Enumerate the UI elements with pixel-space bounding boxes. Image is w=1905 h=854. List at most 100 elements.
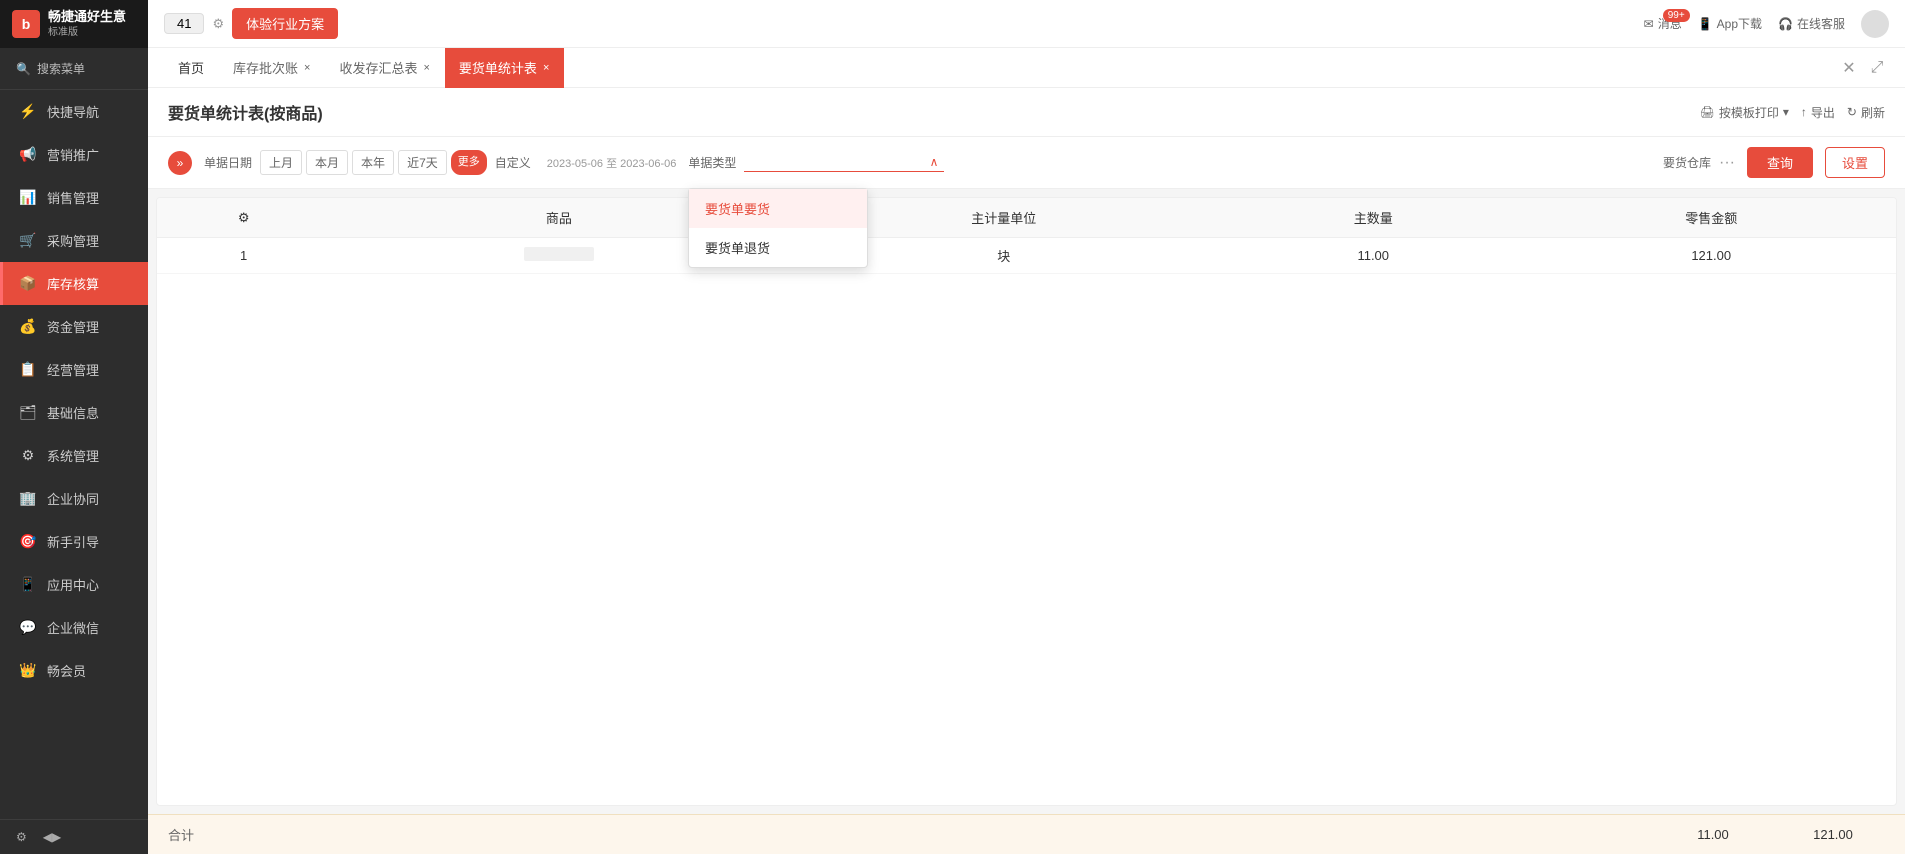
breadcrumb-number: 41	[164, 13, 204, 34]
enterprise-icon: 🏢	[19, 490, 37, 507]
filter-settings-button[interactable]: 设置	[1825, 147, 1885, 178]
tab-inventory-batch-close[interactable]: ×	[304, 62, 310, 74]
data-table-container: ⚙ 商品 主计量单位 主数量 零售金额 1 块 11.00	[156, 197, 1897, 806]
sidebar-item-apps[interactable]: 📱 应用中心	[0, 563, 148, 606]
tab-order-stats-label: 要货单统计表	[459, 58, 537, 77]
this-month-button[interactable]: 本月	[306, 150, 348, 175]
service-icon: 🎧	[1778, 17, 1793, 31]
type-filter-group: 单据类型 ∧	[688, 153, 1651, 172]
app-download-button[interactable]: 📱 App下载	[1698, 15, 1762, 32]
search-menu-button[interactable]: 🔍 搜索菜单	[10, 56, 138, 81]
purchase-label: 采购管理	[47, 231, 99, 250]
table-footer: 合计 11.00 121.00	[148, 814, 1905, 854]
topbar-right: ✉ 消息 99+ 📱 App下载 🎧 在线客服	[1644, 10, 1889, 38]
settings-icon: ⚙	[238, 210, 250, 225]
export-icon: ↑	[1801, 105, 1807, 119]
topbar: 41 ⚙ 体验行业方案 ✉ 消息 99+ 📱 App下载 🎧 在线客服	[148, 0, 1905, 48]
tab-shipment-summary-close[interactable]: ×	[423, 62, 429, 74]
type-select-dropdown[interactable]: ∧	[744, 153, 944, 172]
dropdown-item-order-goods[interactable]: 要货单要货	[689, 189, 867, 228]
filter-expand-button[interactable]: »	[168, 151, 192, 175]
system-label: 系统管理	[47, 446, 99, 465]
user-avatar[interactable]	[1861, 10, 1889, 38]
sidebar-item-enterprise[interactable]: 🏢 企业协同	[0, 477, 148, 520]
tab-order-stats[interactable]: 要货单统计表 ×	[445, 48, 564, 88]
sidebar-item-basic[interactable]: 🗂 基础信息	[0, 391, 148, 434]
sidebar-footer: ⚙ ◀▶	[0, 819, 148, 854]
row-amount: 121.00	[1526, 238, 1896, 274]
quicknav-label: 快捷导航	[47, 102, 99, 121]
tab-inventory-batch[interactable]: 库存批次账 ×	[219, 48, 325, 88]
quicknav-icon: ⚡	[19, 103, 37, 120]
sidebar-item-purchase[interactable]: 🛒 采购管理	[0, 219, 148, 262]
sales-label: 销售管理	[47, 188, 99, 207]
basic-label: 基础信息	[47, 403, 99, 422]
sidebar-item-finance[interactable]: 💰 资金管理	[0, 305, 148, 348]
tab-home[interactable]: 首页	[164, 48, 219, 88]
tab-shipment-summary[interactable]: 收发存汇总表 ×	[325, 48, 444, 88]
footer-amount: 121.00	[1773, 827, 1893, 842]
this-year-button[interactable]: 本年	[352, 150, 394, 175]
more-dates-badge[interactable]: 更多	[451, 150, 487, 175]
message-icon: ✉	[1644, 17, 1654, 31]
messages-button[interactable]: ✉ 消息 99+	[1644, 15, 1682, 32]
print-button[interactable]: 🖨 按模板打印 ▾	[1700, 104, 1789, 121]
operations-label: 经营管理	[47, 360, 99, 379]
col-quantity: 主数量	[1220, 198, 1526, 238]
purchase-icon: 🛒	[19, 232, 37, 249]
refresh-button[interactable]: ↻ 刷新	[1847, 104, 1885, 121]
tab-order-stats-close[interactable]: ×	[543, 62, 549, 74]
sidebar-item-sales[interactable]: 📊 销售管理	[0, 176, 148, 219]
phone-icon: 📱	[1698, 17, 1713, 31]
operations-icon: 📋	[19, 361, 37, 378]
logo-main: 畅捷通好生意	[48, 9, 126, 26]
date-label: 单据日期	[204, 154, 252, 171]
export-button[interactable]: ↑ 导出	[1801, 104, 1835, 121]
print-dropdown-icon: ▾	[1783, 105, 1789, 119]
online-service-button[interactable]: 🎧 在线客服	[1778, 15, 1845, 32]
col-settings[interactable]: ⚙	[157, 198, 330, 238]
refresh-label: 刷新	[1861, 104, 1885, 121]
sidebar-item-marketing[interactable]: 📢 营销推广	[0, 133, 148, 176]
page-content: 要货单统计表(按商品) 🖨 按模板打印 ▾ ↑ 导出 ↻ 刷新	[148, 88, 1905, 854]
wechat-icon: 💬	[19, 619, 37, 636]
export-label: 导出	[1811, 104, 1835, 121]
type-select-arrow-icon: ∧	[930, 155, 939, 169]
sidebar-item-quicknav[interactable]: ⚡ 快捷导航	[0, 90, 148, 133]
warehouse-filter-group: 要货仓库 ···	[1663, 154, 1735, 172]
industry-solution-button[interactable]: 体验行业方案	[232, 8, 338, 39]
warehouse-more-button[interactable]: ···	[1719, 154, 1735, 172]
query-button[interactable]: 查询	[1747, 147, 1813, 178]
date-range-text: 2023-05-06 至 2023-06-06	[547, 155, 677, 171]
dropdown-item-order-return[interactable]: 要货单退货	[689, 228, 867, 267]
topbar-settings-icon[interactable]: ⚙	[212, 16, 224, 32]
filter-bar: » 单据日期 上月 本月 本年 近7天 更多 自定义 2023-05-06 至 …	[148, 137, 1905, 189]
search-menu-label: 搜索菜单	[37, 60, 85, 77]
expand-icon: »	[177, 156, 184, 170]
custom-date-button[interactable]: 自定义	[495, 154, 531, 171]
sidebar-item-members[interactable]: 👑 畅会员	[0, 649, 148, 692]
sidebar-item-system[interactable]: ⚙ 系统管理	[0, 434, 148, 477]
finance-label: 资金管理	[47, 317, 99, 336]
system-icon: ⚙	[19, 447, 37, 464]
collapse-sidebar-button[interactable]: ◀▶	[43, 830, 61, 844]
refresh-icon: ↻	[1847, 105, 1857, 119]
apps-icon: 📱	[19, 576, 37, 593]
maximize-button[interactable]: ⤢	[1865, 56, 1889, 80]
last-month-button[interactable]: 上月	[260, 150, 302, 175]
sales-icon: 📊	[19, 189, 37, 206]
sidebar-item-operations[interactable]: 📋 经营管理	[0, 348, 148, 391]
sidebar-item-guide[interactable]: 🎯 新手引导	[0, 520, 148, 563]
footer-label: 合计	[160, 825, 360, 844]
print-label: 按模板打印	[1719, 104, 1779, 121]
sidebar-item-wechat[interactable]: 💬 企业微信	[0, 606, 148, 649]
close-all-tabs-button[interactable]: ✕	[1837, 56, 1861, 80]
settings-footer-button[interactable]: ⚙	[16, 830, 27, 844]
sidebar-item-inventory[interactable]: 📦 库存核算	[0, 262, 148, 305]
logo-sub: 标准版	[48, 26, 126, 39]
last-7days-button[interactable]: 近7天	[398, 150, 447, 175]
app-download-label: App下载	[1717, 15, 1762, 32]
finance-icon: 💰	[19, 318, 37, 335]
col-amount: 零售金额	[1526, 198, 1896, 238]
tabs-actions: ✕ ⤢	[1837, 56, 1889, 80]
